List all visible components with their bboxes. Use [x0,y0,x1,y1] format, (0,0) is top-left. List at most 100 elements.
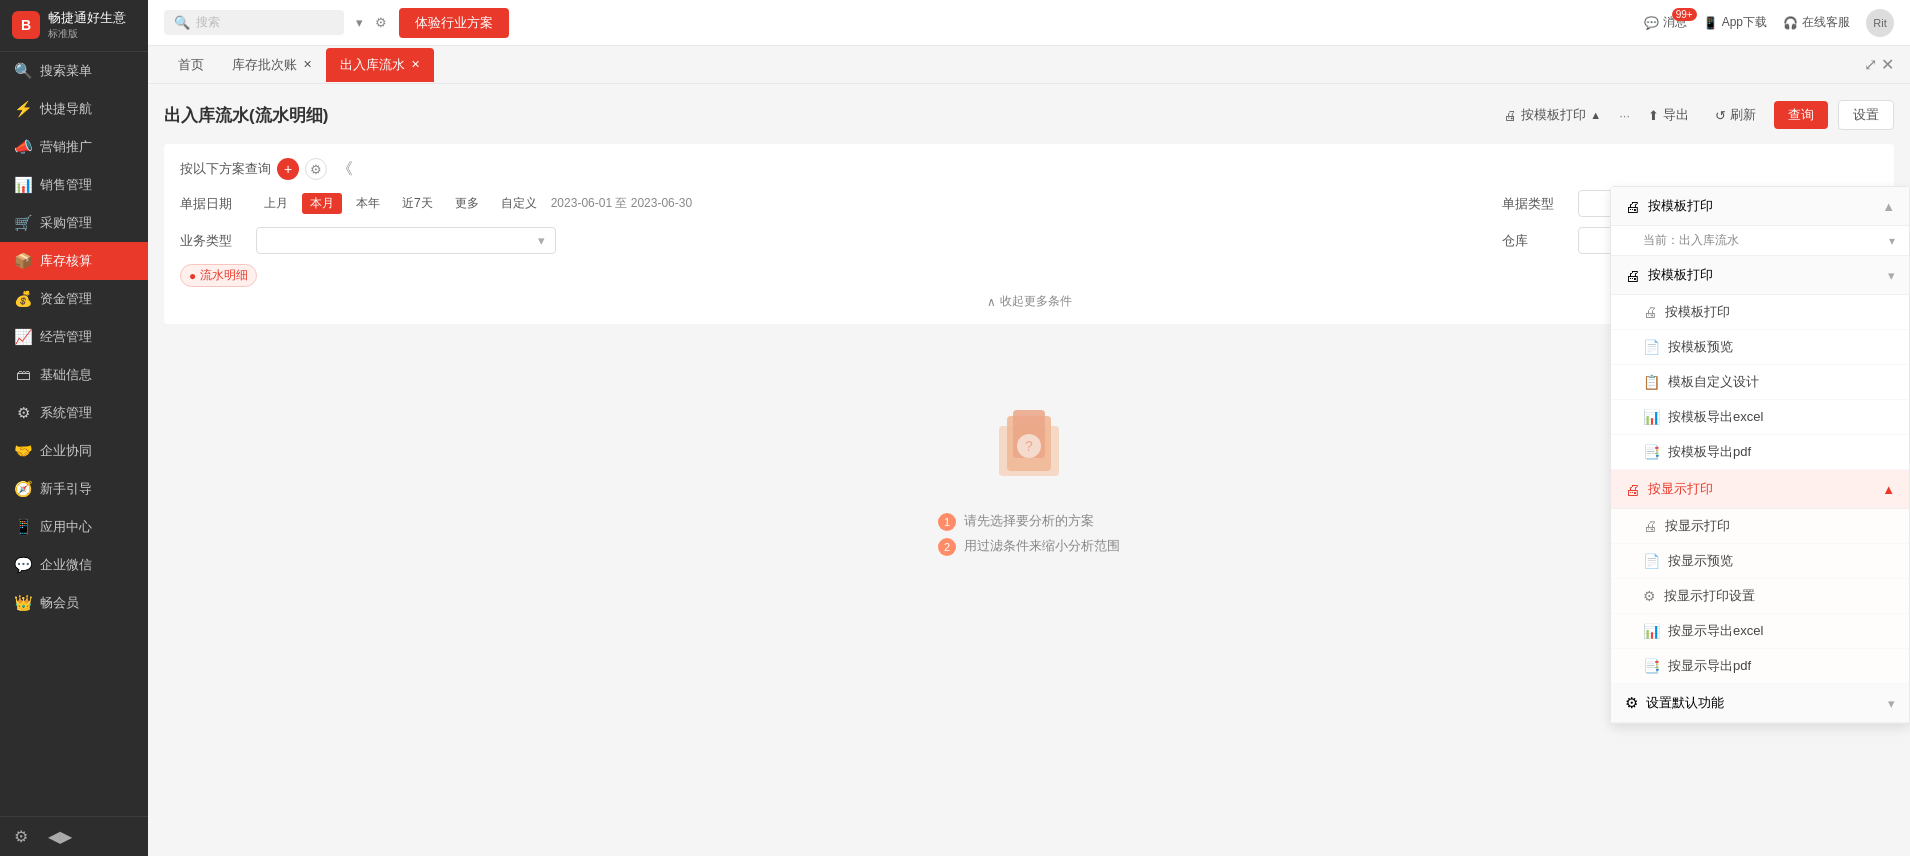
display-excel-icon: 📊 [1643,623,1660,639]
shortcut-icon: ⚡ [14,100,32,118]
template-print-item-icon: 🖨 [1643,304,1657,320]
sidebar-item-vip[interactable]: 👑 畅会员 [0,584,148,622]
sidebar-item-apps[interactable]: 📱 应用中心 [0,508,148,546]
purchase-icon: 🛒 [14,214,32,232]
tabs-bar: 首页 库存批次账 ✕ 出入库流水 ✕ ⤢ ✕ [148,46,1910,84]
operation-icon: 📈 [14,328,32,346]
template-print-section-icon: 🖨 [1625,267,1640,284]
tab-close-icon[interactable]: ✕ [1881,55,1894,74]
topbar: 🔍 搜索 ▾ ⚙ 体验行业方案 💬 消息 99+ 📱 App下载 🎧 在线客服 … [148,0,1910,46]
filter-collapse-icon[interactable]: 《 [337,159,353,180]
date-chip-current-month[interactable]: 本月 [302,193,342,214]
date-chip-current-year[interactable]: 本年 [348,193,388,214]
date-filter-label: 单据日期 [180,195,240,213]
sidebar-item-operation[interactable]: 📈 经营管理 [0,318,148,356]
date-chip-prev-month[interactable]: 上月 [256,193,296,214]
business-type-select[interactable]: ▾ [256,227,556,254]
display-pdf-icon: 📑 [1643,658,1660,674]
template-preview-icon: 📄 [1643,339,1660,355]
settings-button[interactable]: 设置 [1838,100,1894,130]
topbar-search-box[interactable]: 🔍 搜索 [164,10,344,35]
tab-batch[interactable]: 库存批次账 ✕ [218,48,326,82]
date-chip-more[interactable]: 更多 [447,193,487,214]
empty-step-2: 2 用过滤条件来缩小分析范围 [938,537,1120,556]
refresh-button[interactable]: ↺ 刷新 [1707,102,1764,128]
vip-icon: 👑 [14,594,32,612]
display-export-excel-item[interactable]: 📊 按显示导出excel [1611,614,1909,649]
user-avatar[interactable]: Rit [1866,9,1894,37]
print-dropdown-panel: 🖨 按模板打印 ▲ 当前：出入库流水 ▾ 🖨 按模板打印 ▾ � [1610,186,1910,724]
query-button[interactable]: 查询 [1774,101,1828,129]
default-settings-chevron: ▾ [1888,696,1895,711]
display-print-item[interactable]: 🖨 按显示打印 [1611,509,1909,544]
sidebar-item-shortcut[interactable]: ⚡ 快捷导航 [0,90,148,128]
sidebar-item-guide[interactable]: 🧭 新手引导 [0,470,148,508]
app-download-button[interactable]: 📱 App下载 [1703,14,1767,31]
doc-type-label: 单据类型 [1502,195,1562,213]
filter-add-button[interactable]: + [277,158,299,180]
message-button[interactable]: 💬 消息 99+ [1644,14,1687,31]
export-button[interactable]: ⬆ 导出 [1640,102,1697,128]
page-header-actions: 🖨 按模板打印 ▲ ··· ⬆ 导出 ↺ 刷新 查询 设置 [1496,100,1894,130]
customer-service-button[interactable]: 🎧 在线客服 [1783,14,1850,31]
collapse-button[interactable]: ∧ 收起更多条件 [987,293,1072,310]
sidebar-item-finance[interactable]: 💰 资金管理 [0,280,148,318]
filter-settings-icon-btn[interactable]: ⚙ [305,158,327,180]
basic-icon: 🗃 [14,366,32,383]
more-actions-icon[interactable]: ··· [1619,108,1630,123]
marketing-icon: 📣 [14,138,32,156]
finance-icon: 💰 [14,290,32,308]
apps-icon: 📱 [14,518,32,536]
settings-bottom-icon[interactable]: ⚙ [14,827,28,846]
date-chip-custom[interactable]: 自定义 [493,193,545,214]
coop-icon: 🤝 [14,442,32,460]
trial-button[interactable]: 体验行业方案 [399,8,509,38]
business-type-label: 业务类型 [180,232,240,250]
dropdown-header[interactable]: 🖨 按模板打印 ▲ [1611,187,1909,226]
system-icon: ⚙ [14,404,32,422]
topbar-search-icon: 🔍 [174,15,190,30]
tab-flow[interactable]: 出入库流水 ✕ [326,48,434,82]
sidebar-item-purchase[interactable]: 🛒 采购管理 [0,204,148,242]
sidebar-item-marketing[interactable]: 📣 营销推广 [0,128,148,166]
dropdown-current-label: 当前：出入库流水 ▾ [1611,226,1909,256]
date-chip-last7[interactable]: 近7天 [394,193,441,214]
filter-tag[interactable]: ● 流水明细 [180,264,257,287]
sidebar-item-sales[interactable]: 📊 销售管理 [0,166,148,204]
display-export-pdf-item[interactable]: 📑 按显示导出pdf [1611,649,1909,684]
display-print-settings-item[interactable]: ⚙ 按显示打印设置 [1611,579,1909,614]
sidebar-item-basic[interactable]: 🗃 基础信息 [0,356,148,394]
topbar-gear-icon[interactable]: ⚙ [375,15,387,30]
empty-illustration: ? [979,396,1079,496]
template-custom-item[interactable]: 📋 模板自定义设计 [1611,365,1909,400]
dropdown-template-section[interactable]: 🖨 按模板打印 ▾ [1611,256,1909,295]
dropdown-display-section[interactable]: 🖨 按显示打印 ▲ [1611,470,1909,509]
tab-batch-close[interactable]: ✕ [303,58,312,71]
print-template-button[interactable]: 🖨 按模板打印 ▲ [1496,102,1609,128]
sidebar-bottom: ⚙ ◀▶ [0,816,148,856]
topbar-dropdown-icon[interactable]: ▾ [356,15,363,30]
template-print-item[interactable]: 🖨 按模板打印 [1611,295,1909,330]
print-chevron-up-icon: ▲ [1590,109,1601,121]
date-range-display: 2023-06-01 至 2023-06-30 [551,195,692,212]
sidebar-item-search[interactable]: 🔍 搜索菜单 [0,52,148,90]
display-preview-icon: 📄 [1643,553,1660,569]
sidebar-item-inventory[interactable]: 📦 库存核算 [0,242,148,280]
tab-maximize-icon[interactable]: ⤢ [1864,55,1877,74]
display-preview-item[interactable]: 📄 按显示预览 [1611,544,1909,579]
export-icon: ⬆ [1648,108,1659,123]
template-print-items: 🖨 按模板打印 📄 按模板预览 📋 模板自定义设计 📊 按模板导出excel 📑 [1611,295,1909,470]
sidebar-item-wechat[interactable]: 💬 企业微信 [0,546,148,584]
sidebar-item-coop[interactable]: 🤝 企业协同 [0,432,148,470]
template-preview-item[interactable]: 📄 按模板预览 [1611,330,1909,365]
guide-icon: 🧭 [14,480,32,498]
tab-flow-close[interactable]: ✕ [411,58,420,71]
dropdown-default-settings-section[interactable]: ⚙ 设置默认功能 ▾ [1611,684,1909,723]
tab-home[interactable]: 首页 [164,48,218,82]
template-export-pdf-item[interactable]: 📑 按模板导出pdf [1611,435,1909,470]
sidebar-item-system[interactable]: ⚙ 系统管理 [0,394,148,432]
collapse-sidebar-icon[interactable]: ◀▶ [48,827,72,846]
search-icon: 🔍 [14,62,32,80]
printer-icon: 🖨 [1504,108,1517,123]
template-export-excel-item[interactable]: 📊 按模板导出excel [1611,400,1909,435]
